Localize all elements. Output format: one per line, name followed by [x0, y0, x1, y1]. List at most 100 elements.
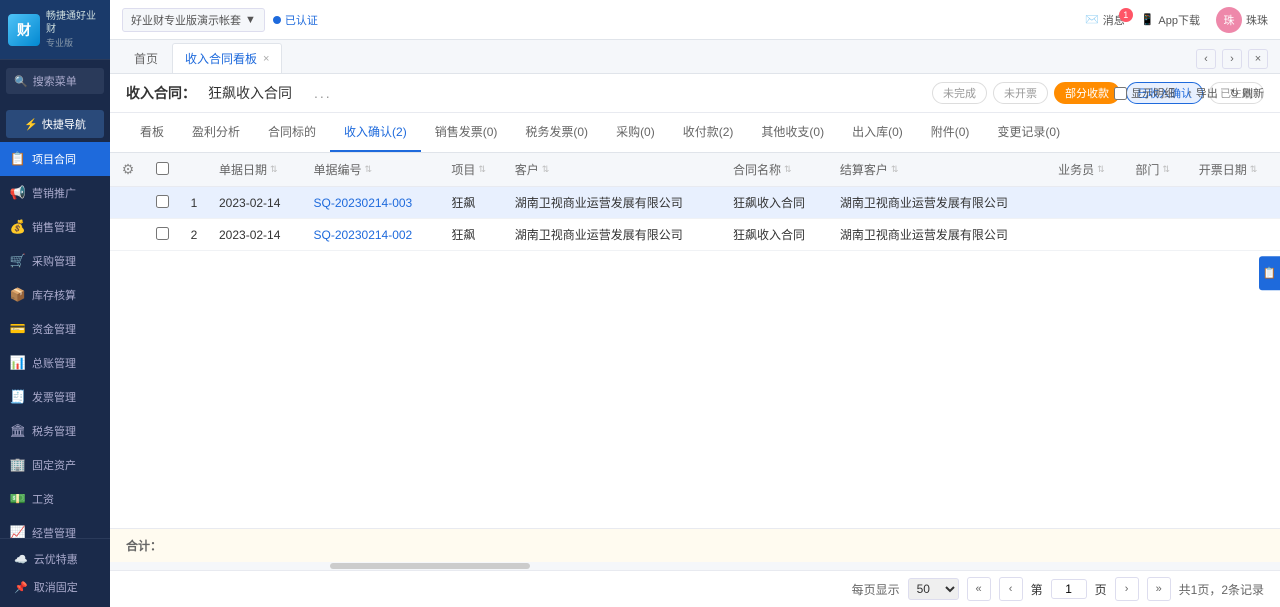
- sort-date-icon: ⇅: [270, 164, 278, 175]
- sidebar-item-inventory[interactable]: 📦 库存核算: [0, 278, 110, 312]
- cell-num-1: 1: [179, 187, 209, 219]
- table-row[interactable]: 2 2023-02-14 SQ-20230214-002 狂飙 湖南卫视商业运营…: [110, 219, 1280, 251]
- cell-settings-1: [110, 187, 146, 219]
- subtab-profit[interactable]: 盈利分析: [178, 113, 254, 152]
- sidebar-item-payroll[interactable]: 💵 工资: [0, 482, 110, 516]
- cell-contract-2: 狂飙收入合同: [723, 219, 830, 251]
- sidebar-item-operations[interactable]: 📈 经营管理: [0, 516, 110, 538]
- sidebar-item-marketing[interactable]: 📢 营销推广: [0, 176, 110, 210]
- row-checkbox-2[interactable]: [156, 227, 169, 240]
- table-row[interactable]: 1 2023-02-14 SQ-20230214-003 狂飙 湖南卫视商业运营…: [110, 187, 1280, 219]
- first-page-button[interactable]: «: [967, 577, 991, 601]
- cell-customer-1: 湖南卫视商业运营发展有限公司: [505, 187, 723, 219]
- sidebar-item-tax[interactable]: 🏛 税务管理: [0, 414, 110, 448]
- prev-page-button[interactable]: ‹: [999, 577, 1023, 601]
- total-label: 合计：: [126, 537, 162, 554]
- next-page-button[interactable]: ›: [1115, 577, 1139, 601]
- tab-next-button[interactable]: ›: [1222, 49, 1242, 69]
- sort-customer-icon: ⇅: [542, 164, 550, 175]
- company-selector[interactable]: 好业财专业版演示帐套 ▼: [122, 8, 265, 32]
- sidebar-item-purchase[interactable]: 🛒 采购管理: [0, 244, 110, 278]
- col-project[interactable]: 项目⇅: [441, 153, 504, 187]
- per-page-select[interactable]: 50 20 100: [908, 578, 959, 600]
- col-order-no[interactable]: 单据编号⇅: [303, 153, 441, 187]
- cert-text: 已认证: [285, 12, 318, 28]
- logo-sub: 专业版: [46, 36, 102, 49]
- sidebar-nav-list: 📋 项目合同 📢 营销推广 💰 销售管理 🛒 采购管理 📦 库存核算 💳 资金管…: [0, 142, 110, 538]
- subtab-in-out-stock[interactable]: 出入库(0): [838, 113, 917, 152]
- tab-contract-board[interactable]: 收入合同看板 ×: [172, 43, 282, 73]
- export-button[interactable]: ↑ 导出: [1187, 85, 1218, 101]
- cell-contract-1: 狂飙收入合同: [723, 187, 830, 219]
- refresh-button[interactable]: ↻ 刷新: [1230, 85, 1264, 101]
- message-button[interactable]: ✉️ 消息 1: [1085, 12, 1125, 28]
- cell-invoicedate-2: [1189, 219, 1280, 251]
- tab-prev-button[interactable]: ‹: [1196, 49, 1216, 69]
- sidebar-item-assets[interactable]: 🏢 固定资产: [0, 448, 110, 482]
- subtab-contract-items[interactable]: 合同标的: [254, 113, 330, 152]
- col-salesperson[interactable]: 业务员⇅: [1048, 153, 1125, 187]
- sidebar-item-label-assets: 固定资产: [32, 457, 76, 473]
- tab-home-label: 首页: [134, 52, 158, 66]
- last-page-button[interactable]: »: [1147, 577, 1171, 601]
- sidebar-item-label-invoice: 发票管理: [32, 389, 76, 405]
- sidebar-search-area: 🔍 搜索菜单: [0, 60, 110, 102]
- subtab-dashboard[interactable]: 看板: [126, 113, 178, 152]
- subtab-payment[interactable]: 收付款(2): [669, 113, 748, 152]
- scroll-thumb[interactable]: [330, 563, 530, 569]
- row-checkbox-1[interactable]: [156, 195, 169, 208]
- subtab-purchase[interactable]: 采购(0): [602, 113, 669, 152]
- user-menu[interactable]: 珠 珠珠: [1216, 7, 1268, 33]
- more-button[interactable]: ...: [314, 85, 332, 101]
- subtab-revenue-confirm[interactable]: 收入确认(2): [330, 113, 421, 152]
- cloud-deal-icon: ☁️: [14, 553, 28, 566]
- subtab-change-log[interactable]: 变更记录(0): [983, 113, 1074, 152]
- tab-close-button[interactable]: ×: [1248, 49, 1268, 69]
- sidebar-item-label-ledger: 总账管理: [32, 355, 76, 371]
- select-all-checkbox[interactable]: [156, 162, 169, 175]
- pill-uninvoiced[interactable]: 未开票: [993, 82, 1048, 104]
- pill-partial-payment[interactable]: 部分收款: [1054, 82, 1120, 104]
- search-menu-button[interactable]: 🔍 搜索菜单: [6, 68, 104, 94]
- sidebar-item-invoice[interactable]: 🧾 发票管理: [0, 380, 110, 414]
- quick-nav-button[interactable]: ⚡ 快捷导航: [6, 110, 104, 138]
- order-link-2[interactable]: SQ-20230214-002: [313, 228, 412, 242]
- subtab-sales-invoice[interactable]: 销售发票(0): [421, 113, 512, 152]
- subtab-other-income[interactable]: 其他收支(0): [747, 113, 838, 152]
- cell-date-2: 2023-02-14: [209, 219, 303, 251]
- user-avatar: 珠: [1216, 7, 1242, 33]
- sidebar-item-finance[interactable]: 💳 资金管理: [0, 312, 110, 346]
- col-dept[interactable]: 部门⇅: [1125, 153, 1188, 187]
- page-number-input[interactable]: [1051, 579, 1087, 599]
- sidebar-item-project-contract[interactable]: 📋 项目合同: [0, 142, 110, 176]
- app-download-label: App下载: [1158, 12, 1200, 28]
- col-invoice-date[interactable]: 开票日期⇅: [1189, 153, 1280, 187]
- subtab-attachments[interactable]: 附件(0): [917, 113, 984, 152]
- sidebar-unpin[interactable]: 📌 取消固定: [6, 573, 104, 601]
- sidebar-item-icon-inventory: 📦: [10, 287, 26, 303]
- col-contract-name[interactable]: 合同名称⇅: [723, 153, 830, 187]
- show-detail-checkbox-label[interactable]: 显示明细: [1114, 85, 1175, 101]
- horizontal-scrollbar[interactable]: [110, 562, 1280, 570]
- col-settlement-customer[interactable]: 结算客户⇅: [830, 153, 1048, 187]
- sidebar: 财 畅捷通好业财 专业版 🔍 搜索菜单 ⚡ 快捷导航 📋 项目合同 📢 营销推广…: [0, 0, 110, 607]
- col-customer[interactable]: 客户⇅: [505, 153, 723, 187]
- sidebar-item-ledger[interactable]: 📊 总账管理: [0, 346, 110, 380]
- page-suffix-label: 页: [1095, 581, 1107, 598]
- sidebar-cloud-deal[interactable]: ☁️ 云优特惠: [6, 545, 104, 573]
- pill-incomplete[interactable]: 未完成: [932, 82, 987, 104]
- sidebar-item-sales[interactable]: 💰 销售管理: [0, 210, 110, 244]
- settings-icon[interactable]: ⚙: [122, 161, 135, 177]
- subtab-tax-invoice[interactable]: 税务发票(0): [511, 113, 602, 152]
- order-link-1[interactable]: SQ-20230214-003: [313, 196, 412, 210]
- col-date[interactable]: 单据日期⇅: [209, 153, 303, 187]
- tab-close-icon[interactable]: ×: [263, 53, 269, 65]
- side-panel-button[interactable]: 📋: [1259, 256, 1280, 289]
- cell-checkbox-2: [146, 219, 179, 251]
- app-download-button[interactable]: 📱 App下载: [1141, 12, 1200, 28]
- app-logo: 财 畅捷通好业财 专业版: [0, 0, 110, 60]
- show-detail-checkbox[interactable]: [1114, 87, 1127, 100]
- topbar-right: ✉️ 消息 1 📱 App下载 珠 珠珠: [1085, 7, 1268, 33]
- tab-home[interactable]: 首页: [122, 44, 170, 73]
- per-page-label: 每页显示: [852, 581, 900, 598]
